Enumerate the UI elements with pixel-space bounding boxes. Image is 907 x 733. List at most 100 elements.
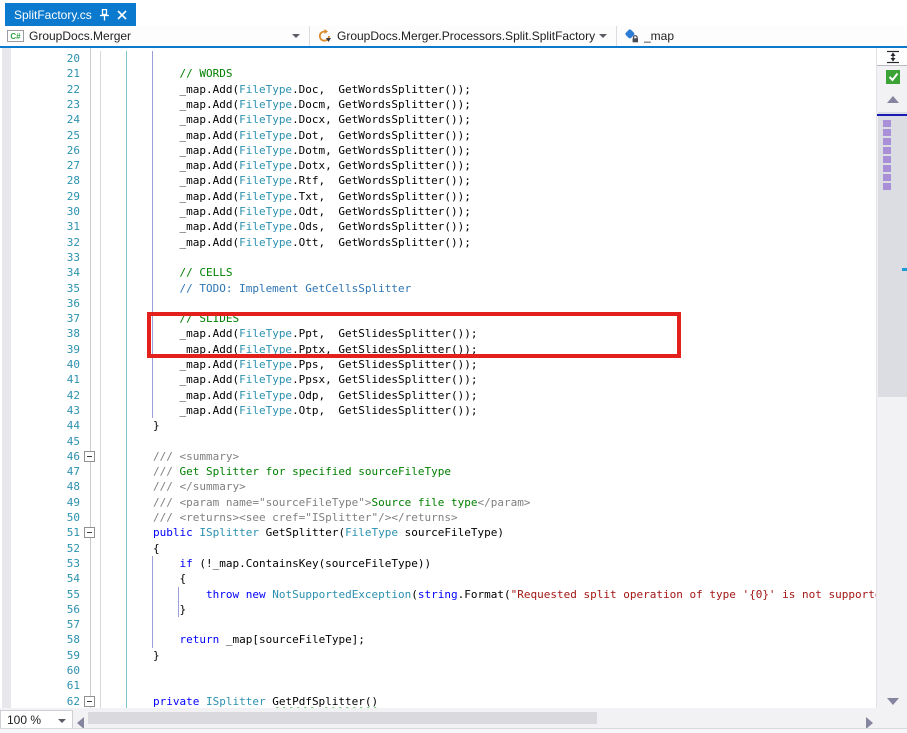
class-icon: [318, 29, 331, 42]
code-text: /// </summary>: [100, 480, 246, 494]
code-line[interactable]: 50 /// <returns><see cref="ISplitter"/><…: [0, 510, 876, 525]
code-text: _map.Add(FileType.Odp, GetSlidesSplitter…: [100, 388, 478, 402]
code-line[interactable]: 43 _map.Add(FileType.Otp, GetSlidesSplit…: [0, 403, 876, 418]
code-line[interactable]: 38 _map.Add(FileType.Ppt, GetSlidesSplit…: [0, 326, 876, 341]
code-text: /// Get Splitter for specified sourceFil…: [100, 465, 452, 479]
code-line[interactable]: 60: [0, 663, 876, 678]
private-field-icon: [625, 29, 638, 43]
vertical-scrollbar[interactable]: [876, 48, 907, 710]
code-line[interactable]: 59 }: [0, 648, 876, 663]
code-line[interactable]: 34 // CELLS: [0, 265, 876, 280]
scrollbar-corner: [876, 708, 907, 728]
code-line[interactable]: 55 throw new NotSupportedException(strin…: [0, 587, 876, 602]
line-number: 45: [66, 434, 80, 448]
code-text: }: [100, 419, 160, 433]
zoom-selector[interactable]: 100 %: [0, 710, 73, 730]
code-text: _map.Add(FileType.Ott, GetWordsSplitter(…: [100, 235, 471, 249]
code-line[interactable]: 41 _map.Add(FileType.Ppsx, GetSlidesSpli…: [0, 372, 876, 387]
code-line[interactable]: 39 _map.Add(FileType.Pptx, GetSlidesSpli…: [0, 342, 876, 357]
code-line[interactable]: 37 // SLIDES: [0, 311, 876, 326]
split-window-handle[interactable]: [877, 48, 907, 66]
code-line[interactable]: 61: [0, 678, 876, 693]
code-line[interactable]: 45: [0, 434, 876, 449]
code-text: {: [100, 541, 160, 555]
code-line[interactable]: 46 /// <summary>: [0, 449, 876, 464]
line-number: 59: [66, 648, 80, 662]
code-line[interactable]: 30 _map.Add(FileType.Odt, GetWordsSplitt…: [0, 204, 876, 219]
line-number: 50: [66, 511, 80, 524]
tab-bar: SplitFactory.cs: [0, 0, 907, 26]
code-line[interactable]: 27 _map.Add(FileType.Dotx, GetWordsSplit…: [0, 158, 876, 173]
code-line[interactable]: 24 _map.Add(FileType.Docx, GetWordsSplit…: [0, 112, 876, 127]
code-line[interactable]: 33: [0, 250, 876, 265]
document-tab[interactable]: SplitFactory.cs: [5, 3, 136, 26]
code-line[interactable]: 42 _map.Add(FileType.Odp, GetSlidesSplit…: [0, 388, 876, 403]
code-text: _map.Add(FileType.Pps, GetSlidesSplitter…: [100, 358, 478, 371]
code-text: // TODO: Implement GetCellsSplitter: [100, 281, 412, 295]
line-number: 49: [66, 495, 80, 509]
scroll-up-arrow[interactable]: [887, 96, 899, 103]
code-line[interactable]: 56 }: [0, 602, 876, 617]
line-number: 22: [66, 82, 80, 96]
code-line[interactable]: 62 private ISplitter GetPdfSplitter(): [0, 694, 876, 709]
code-text: _map.Add(FileType.Pptx, GetSlidesSplitte…: [100, 342, 478, 356]
code-line[interactable]: 40 _map.Add(FileType.Pps, GetSlidesSplit…: [0, 357, 876, 372]
code-rows[interactable]: 20 21 // WORDS 22 _map.Add(FileType.Doc, G…: [0, 48, 876, 710]
line-number: 26: [66, 143, 80, 157]
type-dropdown[interactable]: GroupDocs.Merger.Processors.Split.SplitF…: [310, 26, 617, 46]
code-line[interactable]: 22 _map.Add(FileType.Doc, GetWordsSplitt…: [0, 82, 876, 97]
code-line[interactable]: 49 /// <param name="sourceFileType">Sour…: [0, 495, 876, 510]
code-text: public ISplitter GetSplitter(FileType so…: [152, 526, 505, 540]
code-line[interactable]: 44 }: [0, 418, 876, 433]
line-number: 21: [66, 67, 80, 81]
scrollbar-marks: [883, 120, 891, 192]
code-line[interactable]: 20: [0, 51, 876, 66]
code-line[interactable]: 28 _map.Add(FileType.Rtf, GetWordsSplitt…: [0, 173, 876, 188]
line-number: 28: [66, 174, 80, 188]
line-number: 30: [66, 205, 80, 218]
code-text: _map.Add(FileType.Rtf, GetWordsSplitter(…: [100, 174, 471, 188]
code-line[interactable]: 54 {: [0, 571, 876, 586]
close-icon[interactable]: [117, 9, 127, 20]
code-line[interactable]: 57: [0, 617, 876, 632]
code-line[interactable]: 51 public ISplitter GetSplitter(FileType…: [0, 525, 876, 540]
code-line[interactable]: 26 _map.Add(FileType.Dotm, GetWordsSplit…: [0, 143, 876, 158]
horizontal-scrollbar-thumb[interactable]: [88, 712, 597, 724]
fold-collapse-box[interactable]: [84, 695, 95, 707]
code-line[interactable]: 52 {: [0, 541, 876, 556]
code-line[interactable]: 25 _map.Add(FileType.Dot, GetWordsSplitt…: [0, 128, 876, 143]
code-line[interactable]: 36: [0, 296, 876, 311]
code-line[interactable]: 35 // TODO: Implement GetCellsSplitter: [0, 281, 876, 296]
scroll-down-arrow[interactable]: [887, 698, 899, 705]
pin-icon[interactable]: [99, 8, 110, 21]
code-line[interactable]: 29 _map.Add(FileType.Txt, GetWordsSplitt…: [0, 189, 876, 204]
code-line[interactable]: 58 return _map[sourceFileType];: [0, 632, 876, 647]
project-dropdown[interactable]: C# GroupDocs.Merger: [0, 26, 310, 46]
code-line[interactable]: 48 /// </summary>: [0, 479, 876, 494]
member-dropdown[interactable]: _map: [617, 26, 907, 46]
code-line[interactable]: 47 /// Get Splitter for specified source…: [0, 464, 876, 479]
code-text: _map.Add(FileType.Ods, GetWordsSplitter(…: [100, 220, 471, 234]
scrollbar-purple-mark: [883, 156, 891, 163]
green-check-icon[interactable]: [886, 70, 900, 84]
line-number: 57: [66, 618, 80, 632]
editor-bottom-bar: 100 %: [0, 708, 907, 733]
line-number: 41: [66, 373, 80, 387]
code-line[interactable]: 21 // WORDS: [0, 66, 876, 81]
fold-collapse-box[interactable]: [84, 450, 95, 462]
line-number: 48: [66, 480, 80, 494]
code-line[interactable]: 32 _map.Add(FileType.Ott, GetWordsSplitt…: [0, 235, 876, 250]
line-number: 42: [66, 388, 80, 402]
tab-title: SplitFactory.cs: [14, 7, 92, 22]
fold-collapse-box[interactable]: [84, 527, 95, 539]
code-line[interactable]: 23 _map.Add(FileType.Docm, GetWordsSplit…: [0, 97, 876, 112]
code-text: {: [100, 572, 187, 586]
scrollbar-purple-mark: [883, 120, 891, 127]
code-line[interactable]: 31 _map.Add(FileType.Ods, GetWordsSplitt…: [0, 219, 876, 234]
code-editor[interactable]: 20 21 // WORDS 22 _map.Add(FileType.Doc, G…: [0, 48, 876, 710]
code-text: _map.Add(FileType.Odt, GetWordsSplitter(…: [100, 205, 471, 218]
chevron-down-icon: [58, 719, 66, 723]
caret-position-marker: [877, 114, 907, 116]
code-text: _map.Add(FileType.Dotm, GetWordsSplitter…: [100, 143, 471, 157]
code-line[interactable]: 53 if (!_map.ContainsKey(sourceFileType)…: [0, 556, 876, 571]
